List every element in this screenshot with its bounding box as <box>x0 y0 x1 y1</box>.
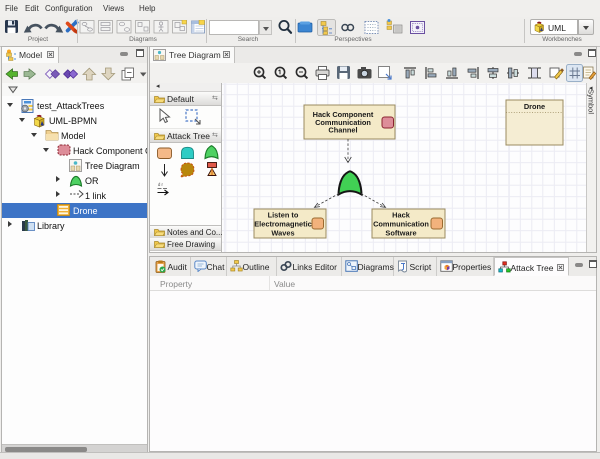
svg-text:Waves: Waves <box>271 228 294 237</box>
svg-text:Channel: Channel <box>328 125 357 134</box>
svg-text:Drone: Drone <box>524 102 545 111</box>
svg-text:Electromagnetic: Electromagnetic <box>254 219 312 228</box>
svg-text:Hack: Hack <box>392 210 411 219</box>
svg-text:Software: Software <box>385 228 416 237</box>
svg-text:d r: d r <box>158 182 163 187</box>
svg-text:Listen to: Listen to <box>268 210 299 219</box>
svg-text:Communication: Communication <box>373 219 429 228</box>
